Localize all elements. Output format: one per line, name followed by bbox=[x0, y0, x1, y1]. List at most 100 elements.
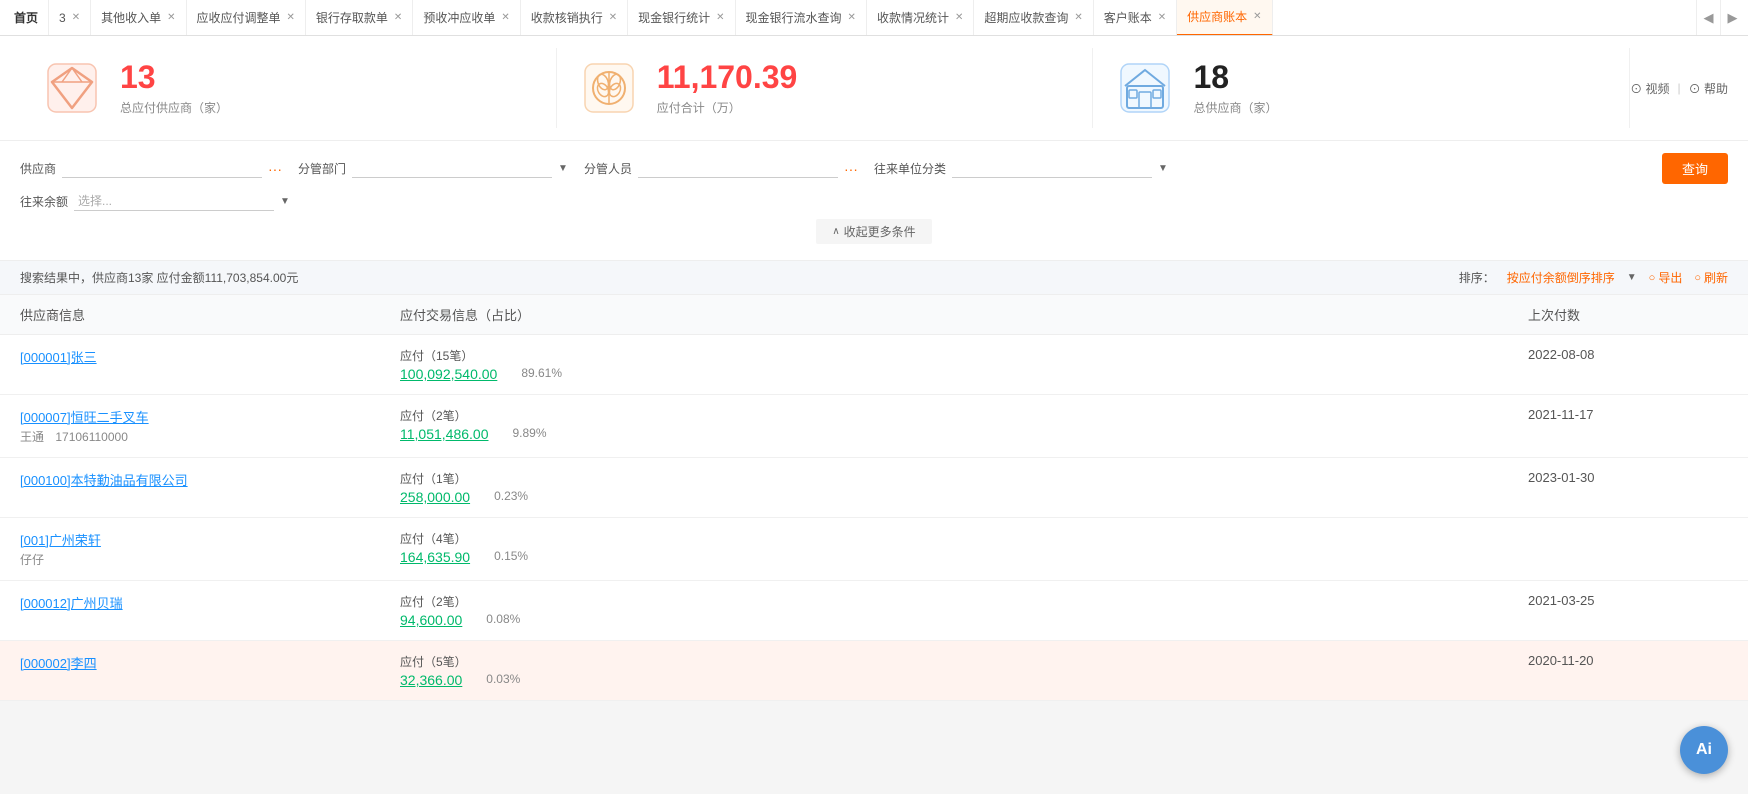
filter-balance-label: 往来余额 bbox=[20, 193, 68, 210]
nav-tab-overdue-ar-label: 超期应收款查询 bbox=[984, 9, 1068, 26]
refresh-button[interactable]: ○ 刷新 bbox=[1694, 269, 1728, 286]
nav-tab-ar-adjust[interactable]: 应收应付调整单 ✕ bbox=[187, 0, 306, 36]
help-link[interactable]: ⊙ 帮助 bbox=[1689, 80, 1728, 97]
supplier-link-3[interactable]: [001]广州荣轩 bbox=[20, 530, 400, 549]
person-input[interactable] bbox=[638, 159, 838, 178]
nav-next-arrow[interactable]: ▶ bbox=[1720, 0, 1744, 36]
trans-row-1: 11,051,486.00 9.89% bbox=[400, 424, 1528, 442]
balance-select[interactable]: 选择... bbox=[74, 192, 274, 211]
supplier-link-1[interactable]: [000007]恒旺二手叉车 bbox=[20, 407, 400, 426]
transaction-cell-3: 应付（4笔） 164,635.90 0.15% bbox=[400, 530, 1528, 565]
supplier-cell-0: [000001]张三 bbox=[20, 347, 400, 366]
nav-tab-customer-ledger[interactable]: 客户账本 ✕ bbox=[1094, 0, 1177, 36]
supplier-cell-1: [000007]恒旺二手叉车 王通 17106110000 bbox=[20, 407, 400, 445]
nav-tab-supplier-ledger[interactable]: 供应商账本 ✕ bbox=[1177, 0, 1272, 36]
nav-tab-other-income-close[interactable]: ✕ bbox=[167, 12, 175, 23]
stat-total-suppliers-info: 18 总供应商（家） bbox=[1193, 60, 1277, 116]
query-button[interactable]: 查询 bbox=[1662, 153, 1728, 184]
ai-label: Ai bbox=[1696, 741, 1712, 759]
results-summary: 搜索结果中，供应商13家 应付金额111,703,854.00元 bbox=[20, 269, 298, 286]
lastpay-cell-4: 2021-03-25 bbox=[1528, 593, 1728, 608]
stats-bar: 13 总应付供应商（家） 11,170.39 应付合计（万） bbox=[0, 36, 1748, 141]
category-chevron-icon[interactable]: ▼ bbox=[1158, 163, 1168, 174]
category-select[interactable] bbox=[952, 159, 1152, 178]
last-pay-date-2: 2023-01-30 bbox=[1528, 470, 1595, 485]
table-row: [000007]恒旺二手叉车 王通 17106110000 应付（2笔） 11,… bbox=[0, 395, 1748, 458]
nav-tab-ar-adjust-close[interactable]: ✕ bbox=[287, 12, 295, 23]
nav-tab-receipt-verify[interactable]: 收款核销执行 ✕ bbox=[521, 0, 628, 36]
nav-tab-3-close[interactable]: ✕ bbox=[72, 12, 80, 23]
supplier-input[interactable] bbox=[62, 159, 262, 178]
stat-total-suppliers-number: 18 bbox=[1193, 60, 1277, 95]
transaction-content-1: 应付（2笔） 11,051,486.00 9.89% bbox=[400, 407, 1528, 442]
nav-tab-receipt-verify-label: 收款核销执行 bbox=[531, 9, 603, 26]
sort-chevron-icon[interactable]: ▼ bbox=[1627, 272, 1637, 283]
video-link[interactable]: ⊙ 视频 bbox=[1630, 80, 1669, 97]
nav-tab-overdue-ar[interactable]: 超期应收款查询 ✕ bbox=[974, 0, 1093, 36]
filter-person: 分管人员 ··· bbox=[584, 159, 858, 178]
nav-tab-advance-ar-close[interactable]: ✕ bbox=[501, 12, 509, 23]
supplier-ellipsis-icon[interactable]: ··· bbox=[268, 161, 282, 177]
person-ellipsis-icon[interactable]: ··· bbox=[844, 161, 858, 177]
nav-tab-cash-flow[interactable]: 现金银行流水查询 ✕ bbox=[736, 0, 867, 36]
nav-tab-cash-flow-label: 现金银行流水查询 bbox=[746, 9, 842, 26]
nav-prev-arrow[interactable]: ◀ bbox=[1696, 0, 1720, 36]
dept-select[interactable] bbox=[352, 159, 552, 178]
nav-tab-overdue-ar-close[interactable]: ✕ bbox=[1074, 12, 1082, 23]
nav-tab-ar-adjust-label: 应收应付调整单 bbox=[197, 9, 281, 26]
export-button[interactable]: ○ 导出 bbox=[1649, 269, 1683, 286]
trans-row-2: 258,000.00 0.23% bbox=[400, 487, 1528, 505]
nav-tab-other-income[interactable]: 其他收入单 ✕ bbox=[91, 0, 186, 36]
nav-tab-supplier-ledger-close[interactable]: ✕ bbox=[1253, 11, 1261, 22]
transaction-cell-4: 应付（2笔） 94,600.00 0.08% bbox=[400, 593, 1528, 628]
trans-row-4: 94,600.00 0.08% bbox=[400, 610, 1528, 628]
nav-tab-advance-ar[interactable]: 预收冲应收单 ✕ bbox=[413, 0, 520, 36]
trans-amount-3[interactable]: 164,635.90 bbox=[400, 549, 470, 565]
nav-tab-receipt-stat[interactable]: 收款情况统计 ✕ bbox=[867, 0, 974, 36]
filter-category: 往来单位分类 ▼ bbox=[874, 159, 1168, 178]
filter-row-1: 供应商 ··· 分管部门 ▼ 分管人员 ··· 往来单位分类 ▼ 查询 bbox=[20, 153, 1728, 184]
collapse-label: 收起更多条件 bbox=[844, 223, 916, 240]
transaction-cell-0: 应付（15笔） 100,092,540.00 89.61% bbox=[400, 347, 1528, 382]
wheat-icon bbox=[577, 56, 641, 120]
trans-label-2: 应付（1笔） bbox=[400, 470, 1528, 487]
results-bar: 搜索结果中，供应商13家 应付金额111,703,854.00元 排序： 按应付… bbox=[0, 261, 1748, 295]
lastpay-cell-2: 2023-01-30 bbox=[1528, 470, 1728, 485]
nav-tab-bank-deposit[interactable]: 银行存取款单 ✕ bbox=[306, 0, 413, 36]
transaction-content-0: 应付（15笔） 100,092,540.00 89.61% bbox=[400, 347, 1528, 382]
nav-tab-receipt-stat-close[interactable]: ✕ bbox=[955, 12, 963, 23]
nav-tab-supplier-ledger-label: 供应商账本 bbox=[1187, 8, 1247, 25]
filter-row-2: 往来余额 选择... ▼ bbox=[20, 192, 1728, 211]
supplier-link-4[interactable]: [000012]广州贝瑞 bbox=[20, 593, 400, 612]
trans-amount-4[interactable]: 94,600.00 bbox=[400, 612, 462, 628]
supplier-link-0[interactable]: [000001]张三 bbox=[20, 347, 400, 366]
trans-percent-3: 0.15% bbox=[494, 549, 528, 563]
trans-amount-1[interactable]: 11,051,486.00 bbox=[400, 426, 489, 442]
trans-percent-0: 89.61% bbox=[521, 366, 562, 380]
nav-tab-bank-deposit-close[interactable]: ✕ bbox=[394, 12, 402, 23]
filter-supplier-label: 供应商 bbox=[20, 160, 56, 177]
data-table: 供应商信息 应付交易信息（占比） 上次付数 [000001]张三 应付（15笔）… bbox=[0, 295, 1748, 701]
nav-tab-cash-stat-close[interactable]: ✕ bbox=[716, 12, 724, 23]
nav-tab-customer-ledger-close[interactable]: ✕ bbox=[1158, 12, 1166, 23]
nav-tab-3[interactable]: 3 ✕ bbox=[49, 0, 91, 36]
nav-tab-advance-ar-label: 预收冲应收单 bbox=[423, 9, 495, 26]
trans-amount-2[interactable]: 258,000.00 bbox=[400, 489, 470, 505]
balance-chevron-icon[interactable]: ▼ bbox=[280, 196, 290, 207]
supplier-link-5[interactable]: [000002]李四 bbox=[20, 653, 400, 672]
sort-select[interactable]: 按应付余额倒序排序 bbox=[1507, 269, 1615, 286]
nav-tab-home[interactable]: 首页 bbox=[4, 0, 49, 36]
nav-tab-cash-stat[interactable]: 现金银行统计 ✕ bbox=[628, 0, 735, 36]
supplier-link-2[interactable]: [000100]本特勤油品有限公司 bbox=[20, 470, 400, 489]
trans-amount-5[interactable]: 32,366.00 bbox=[400, 672, 462, 688]
transaction-content-4: 应付（2笔） 94,600.00 0.08% bbox=[400, 593, 1528, 628]
supplier-cell-5: [000002]李四 bbox=[20, 653, 400, 672]
trans-amount-0[interactable]: 100,092,540.00 bbox=[400, 366, 497, 382]
dept-chevron-icon[interactable]: ▼ bbox=[558, 163, 568, 174]
ai-assistant-button[interactable]: Ai bbox=[1680, 726, 1728, 774]
collapse-conditions-button[interactable]: ∧ 收起更多条件 bbox=[816, 219, 931, 244]
nav-tab-cash-flow-close[interactable]: ✕ bbox=[848, 12, 856, 23]
supplier-phone-1: 17106110000 bbox=[55, 430, 128, 444]
collapse-chevron-icon: ∧ bbox=[832, 226, 839, 237]
nav-tab-receipt-verify-close[interactable]: ✕ bbox=[609, 12, 617, 23]
